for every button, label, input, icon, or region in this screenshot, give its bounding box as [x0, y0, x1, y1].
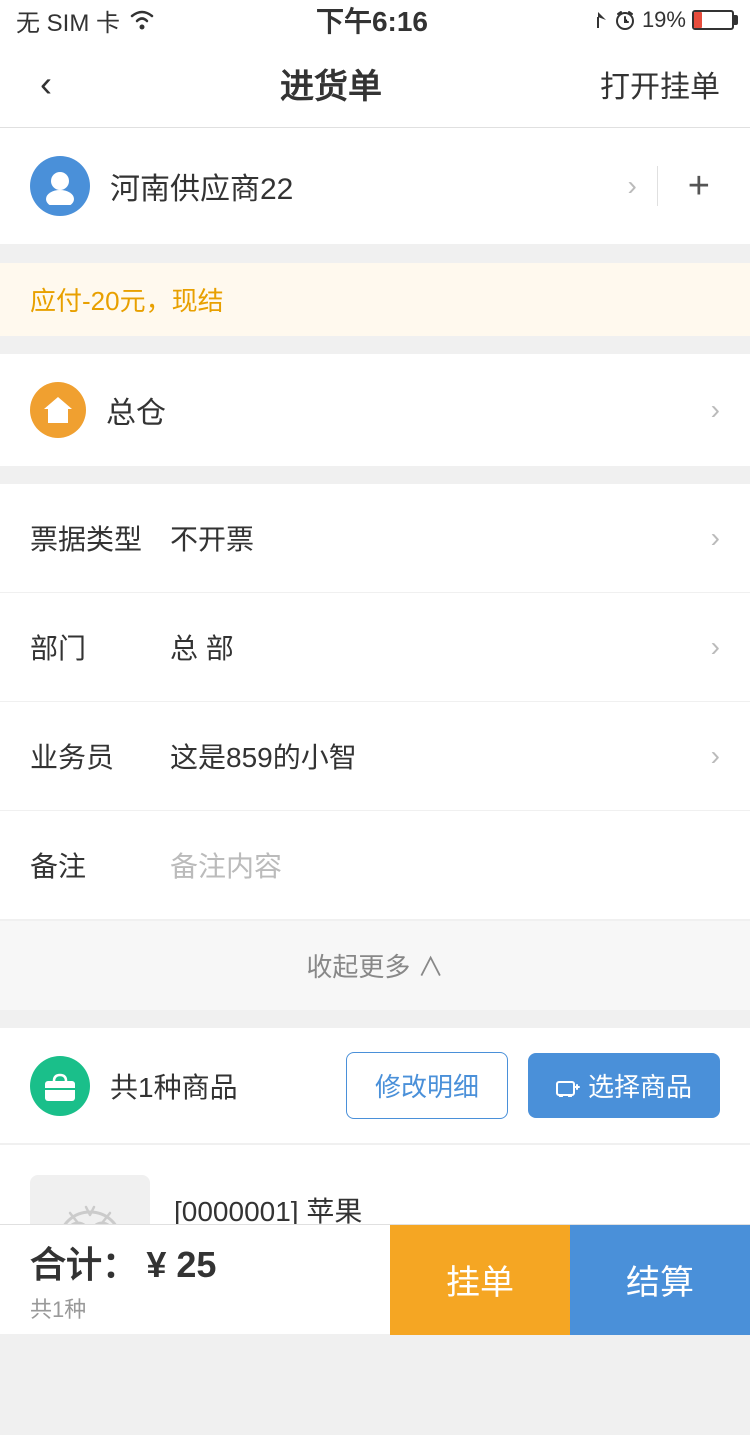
product-title: 苹果: [306, 1196, 362, 1227]
supplier-name: 河南供应商22: [110, 164, 617, 208]
remarks-row[interactable]: 备注 备注内容: [0, 811, 750, 919]
footer-spacer: [0, 1325, 750, 1435]
products-header: 共1种商品 修改明细 选择商品: [0, 1028, 750, 1143]
supplier-row[interactable]: 河南供应商22 › +: [0, 128, 750, 245]
dept-label: 部门: [30, 627, 150, 667]
battery-text: 19%: [642, 7, 686, 33]
ticket-type-chevron-icon: ›: [711, 522, 720, 554]
house-icon: [42, 395, 74, 425]
alarm-icon: [614, 9, 636, 31]
remarks-input[interactable]: 备注内容: [170, 845, 720, 885]
dept-value: 总 部: [170, 627, 701, 667]
form-section: 票据类型 不开票 › 部门 总 部 › 业务员 这是859的小智 › 备注 备注…: [0, 484, 750, 919]
carrier-text: 无 SIM 卡: [16, 3, 120, 38]
warehouse-chevron-icon: ›: [711, 394, 720, 426]
collapse-row[interactable]: 收起更多 ∧: [0, 921, 750, 1010]
products-icon: [30, 1056, 90, 1116]
supplier-chevron-icon: ›: [627, 170, 636, 202]
total-label: 合计：: [30, 1244, 138, 1285]
open-hang-button[interactable]: 打开挂单: [600, 62, 720, 106]
products-count: 共1种商品: [110, 1066, 326, 1106]
ticket-type-value: 不开票: [170, 518, 701, 558]
select-product-label: 选择商品: [588, 1067, 692, 1104]
battery-icon: [692, 10, 734, 30]
warehouse-name: 总仓: [106, 388, 701, 432]
sales-chevron-icon: ›: [711, 740, 720, 772]
checkout-button[interactable]: 结算: [570, 1225, 750, 1335]
nav-bar: ‹ 进货单 打开挂单: [0, 40, 750, 128]
sales-label: 业务员: [30, 736, 150, 776]
vertical-divider: [657, 166, 658, 206]
dept-row[interactable]: 部门 总 部 ›: [0, 593, 750, 702]
hang-button[interactable]: 挂单: [390, 1225, 570, 1335]
back-button[interactable]: ‹: [30, 53, 62, 115]
total-amount: ¥ 25: [146, 1244, 216, 1285]
supplier-section: 河南供应商22 › +: [0, 128, 750, 245]
ticket-type-row[interactable]: 票据类型 不开票 ›: [0, 484, 750, 593]
status-bar: 无 SIM 卡 下午6:16 19%: [0, 0, 750, 40]
warehouse-section[interactable]: 总仓 ›: [0, 354, 750, 466]
bag-icon: [43, 1071, 77, 1101]
product-code: [0000001]: [174, 1196, 299, 1227]
sales-row[interactable]: 业务员 这是859的小智 ›: [0, 702, 750, 811]
notice-bar: 应付-20元，现结: [0, 263, 750, 336]
status-time: 下午6:16: [316, 0, 428, 40]
collapse-label: 收起更多 ∧: [306, 952, 443, 982]
warehouse-icon: [30, 382, 86, 438]
location-icon: [588, 10, 608, 30]
remarks-label: 备注: [30, 845, 150, 885]
dept-chevron-icon: ›: [711, 631, 720, 663]
sales-value: 这是859的小智: [170, 736, 701, 776]
add-supplier-button[interactable]: +: [678, 160, 720, 213]
footer-total: 合计： ¥ 25 共1种: [0, 1236, 390, 1324]
select-product-button[interactable]: 选择商品: [528, 1053, 720, 1118]
page-title: 进货单: [280, 59, 382, 108]
status-left: 无 SIM 卡: [16, 3, 156, 38]
cart-plus-icon: [556, 1075, 580, 1097]
edit-detail-button[interactable]: 修改明细: [346, 1052, 508, 1119]
total-amount-row: 合计： ¥ 25: [30, 1236, 360, 1288]
status-right: 19%: [588, 7, 734, 33]
wifi-icon: [128, 10, 156, 30]
supplier-avatar: [30, 156, 90, 216]
total-sub: 共1种: [30, 1292, 360, 1324]
person-icon: [41, 167, 79, 205]
footer: 合计： ¥ 25 共1种 挂单 结算: [0, 1224, 750, 1334]
ticket-type-label: 票据类型: [30, 518, 150, 558]
